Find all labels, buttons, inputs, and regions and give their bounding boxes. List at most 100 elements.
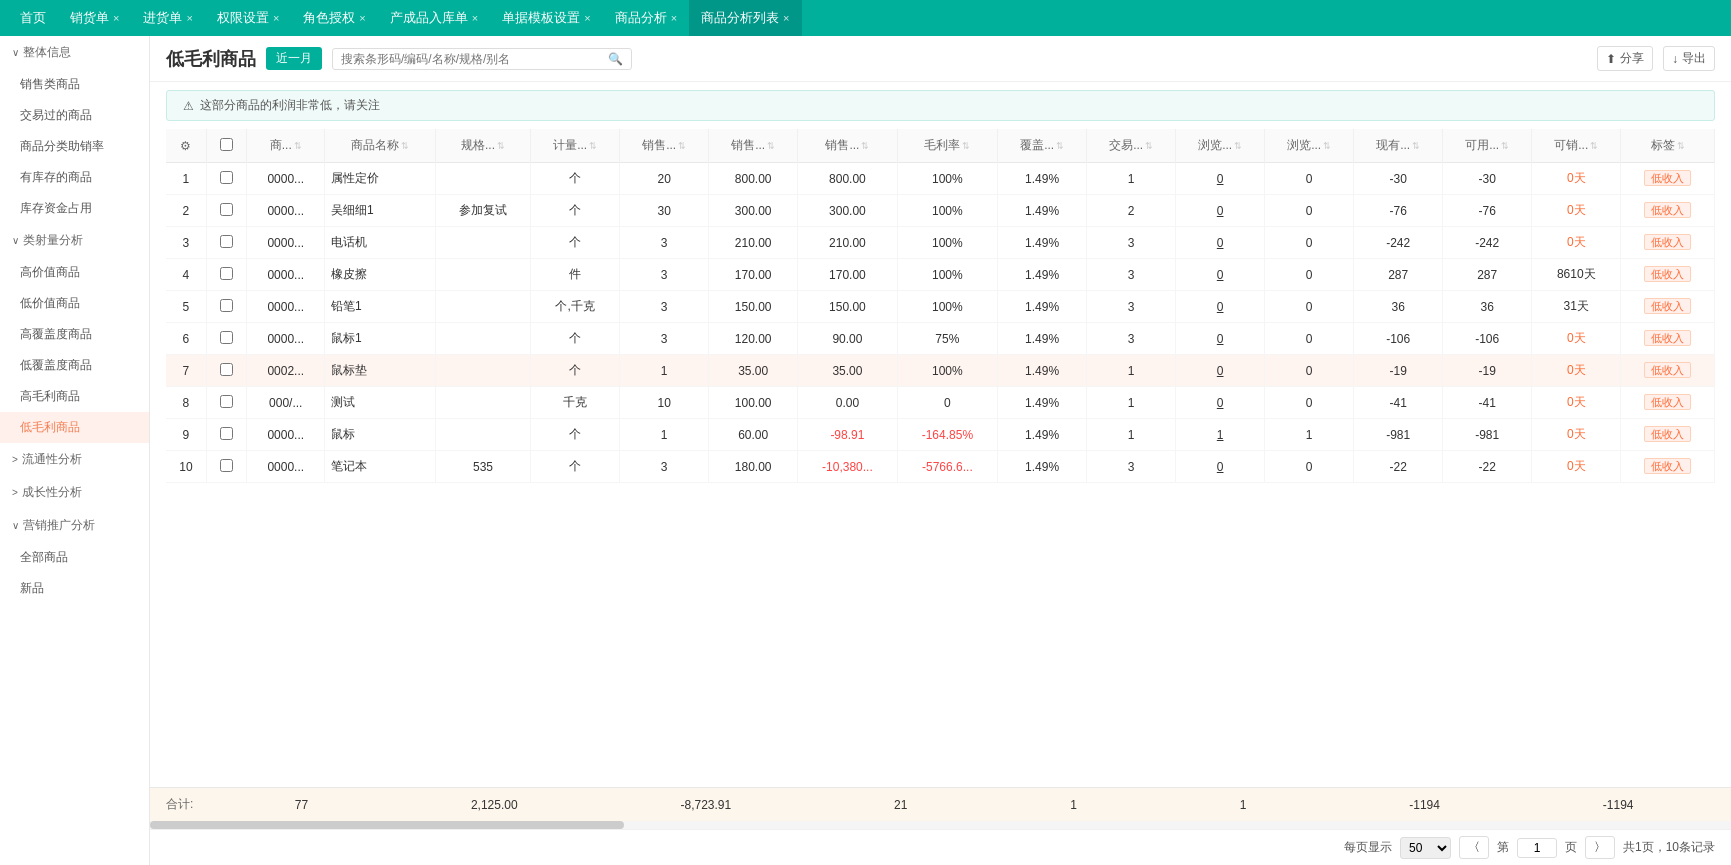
cell-browse1[interactable]: 0 (1176, 387, 1265, 419)
cell-checkbox[interactable] (206, 195, 247, 227)
th-checkbox[interactable] (206, 129, 247, 163)
sidebar-item-inventory-capital[interactable]: 库存资金占用 (0, 193, 149, 224)
sidebar-item-high-margin[interactable]: 高毛利商品 (0, 381, 149, 412)
time-filter-button[interactable]: 近一月 (266, 47, 322, 70)
th-sales-price[interactable]: 销售...⇅ (709, 129, 798, 163)
nav-close-product-analysis[interactable]: × (671, 12, 677, 24)
cell-browse1[interactable]: 0 (1176, 355, 1265, 387)
th-trade[interactable]: 交易...⇅ (1087, 129, 1176, 163)
cell-tag: 低收入 (1621, 419, 1715, 451)
th-coverage[interactable]: 覆盖...⇅ (998, 129, 1087, 163)
th-name[interactable]: 商品名称⇅ (325, 129, 436, 163)
sidebar-item-low-margin[interactable]: 低毛利商品 (0, 412, 149, 443)
nav-close-template[interactable]: × (584, 12, 590, 24)
nav-close-role-auth[interactable]: × (359, 12, 365, 24)
th-code[interactable]: 商...⇅ (247, 129, 325, 163)
th-tag[interactable]: 标签⇅ (1621, 129, 1715, 163)
row-checkbox[interactable] (220, 331, 233, 344)
cell-browse1[interactable]: 0 (1176, 291, 1265, 323)
cell-browse1[interactable]: 0 (1176, 163, 1265, 195)
row-checkbox[interactable] (220, 459, 233, 472)
cell-browse1[interactable]: 0 (1176, 323, 1265, 355)
nav-close-product-analysis-list[interactable]: × (783, 12, 789, 24)
prev-page-button[interactable]: 〈 (1459, 836, 1489, 859)
cell-sales-price: 120.00 (709, 323, 798, 355)
row-checkbox[interactable] (220, 267, 233, 280)
cell-checkbox[interactable] (206, 387, 247, 419)
cell-checkbox[interactable] (206, 163, 247, 195)
nav-product-entry[interactable]: 产成品入库单 × (378, 0, 490, 36)
row-checkbox[interactable] (220, 427, 233, 440)
next-page-button[interactable]: 〉 (1585, 836, 1615, 859)
cell-browse1[interactable]: 0 (1176, 259, 1265, 291)
sidebar-item-new-products[interactable]: 新品 (0, 573, 149, 604)
per-page-select[interactable]: 50 100 200 (1400, 837, 1451, 859)
sidebar-item-high-coverage[interactable]: 高覆盖度商品 (0, 319, 149, 350)
nav-product-analysis[interactable]: 商品分析 × (603, 0, 689, 36)
th-sales-qty[interactable]: 销售...⇅ (620, 129, 709, 163)
th-available[interactable]: 可用...⇅ (1443, 129, 1532, 163)
cell-checkbox[interactable] (206, 259, 247, 291)
th-unit[interactable]: 计量...⇅ (531, 129, 620, 163)
cell-browse1[interactable]: 1 (1176, 419, 1265, 451)
sidebar-section-growth[interactable]: > 成长性分析 (0, 476, 149, 509)
sidebar-item-category-rate[interactable]: 商品分类助销率 (0, 131, 149, 162)
nav-template-settings[interactable]: 单据模板设置 × (490, 0, 602, 36)
cell-checkbox[interactable] (206, 323, 247, 355)
nav-close-purchase-order[interactable]: × (186, 12, 192, 24)
th-sales-profit[interactable]: 销售...⇅ (798, 129, 897, 163)
horizontal-scrollbar[interactable] (150, 821, 1731, 829)
row-checkbox[interactable] (220, 203, 233, 216)
sidebar-item-sales-products[interactable]: 销售类商品 (0, 69, 149, 100)
notice-bar: ⚠ 这部分商品的利润非常低，请关注 (166, 90, 1715, 121)
nav-sales-order[interactable]: 销货单 × (58, 0, 131, 36)
cell-checkbox[interactable] (206, 419, 247, 451)
cell-checkbox[interactable] (206, 451, 247, 483)
th-gross-rate[interactable]: 毛利率⇅ (897, 129, 998, 163)
row-checkbox[interactable] (220, 363, 233, 376)
sidebar-section-liquidity[interactable]: > 流通性分析 (0, 443, 149, 476)
sidebar-item-low-value[interactable]: 低价值商品 (0, 288, 149, 319)
nav-permission-settings[interactable]: 权限设置 × (205, 0, 291, 36)
sidebar-item-low-coverage[interactable]: 低覆盖度商品 (0, 350, 149, 381)
nav-close-product-entry[interactable]: × (472, 12, 478, 24)
sidebar-item-stocked-products[interactable]: 有库存的商品 (0, 162, 149, 193)
nav-close-permission[interactable]: × (273, 12, 279, 24)
share-button[interactable]: ⬆ 分享 (1597, 46, 1653, 71)
cell-checkbox[interactable] (206, 291, 247, 323)
th-browse2[interactable]: 浏览...⇅ (1265, 129, 1354, 163)
cell-trade: 3 (1087, 451, 1176, 483)
sidebar-item-traded-products[interactable]: 交易过的商品 (0, 100, 149, 131)
nav-home[interactable]: 首页 (8, 0, 58, 36)
main-content: 低毛利商品 近一月 🔍 ⬆ 分享 ↓ 导出 ⚠ 这部分商品的利润非常低，请关注 (150, 36, 1731, 865)
cell-browse1[interactable]: 0 (1176, 451, 1265, 483)
cell-sales-qty: 3 (620, 227, 709, 259)
nav-role-auth[interactable]: 角色授权 × (291, 0, 377, 36)
row-checkbox[interactable] (220, 395, 233, 408)
nav-purchase-order[interactable]: 进货单 × (131, 0, 204, 36)
cell-checkbox[interactable] (206, 227, 247, 259)
export-button[interactable]: ↓ 导出 (1663, 46, 1715, 71)
th-current[interactable]: 现有...⇅ (1354, 129, 1443, 163)
sidebar-section-marketing[interactable]: ∨ 营销推广分析 (0, 509, 149, 542)
search-input[interactable] (341, 52, 604, 66)
sidebar-section-category-analysis[interactable]: ∨ 类射量分析 (0, 224, 149, 257)
row-checkbox[interactable] (220, 299, 233, 312)
th-settings[interactable]: ⚙ (166, 129, 206, 163)
nav-product-analysis-list[interactable]: 商品分析列表 × (689, 0, 801, 36)
sidebar-item-high-value[interactable]: 高价值商品 (0, 257, 149, 288)
scrollbar-thumb[interactable] (150, 821, 624, 829)
th-saleable[interactable]: 可销...⇅ (1532, 129, 1621, 163)
th-spec[interactable]: 规格...⇅ (435, 129, 530, 163)
nav-close-sales-order[interactable]: × (113, 12, 119, 24)
cell-browse1[interactable]: 0 (1176, 227, 1265, 259)
page-number-input[interactable] (1517, 838, 1557, 858)
th-browse1[interactable]: 浏览...⇅ (1176, 129, 1265, 163)
select-all-checkbox[interactable] (220, 138, 233, 151)
sidebar-item-all-products[interactable]: 全部商品 (0, 542, 149, 573)
cell-checkbox[interactable] (206, 355, 247, 387)
row-checkbox[interactable] (220, 235, 233, 248)
cell-browse1[interactable]: 0 (1176, 195, 1265, 227)
sidebar-section-overall-info[interactable]: ∨ 整体信息 (0, 36, 149, 69)
row-checkbox[interactable] (220, 171, 233, 184)
